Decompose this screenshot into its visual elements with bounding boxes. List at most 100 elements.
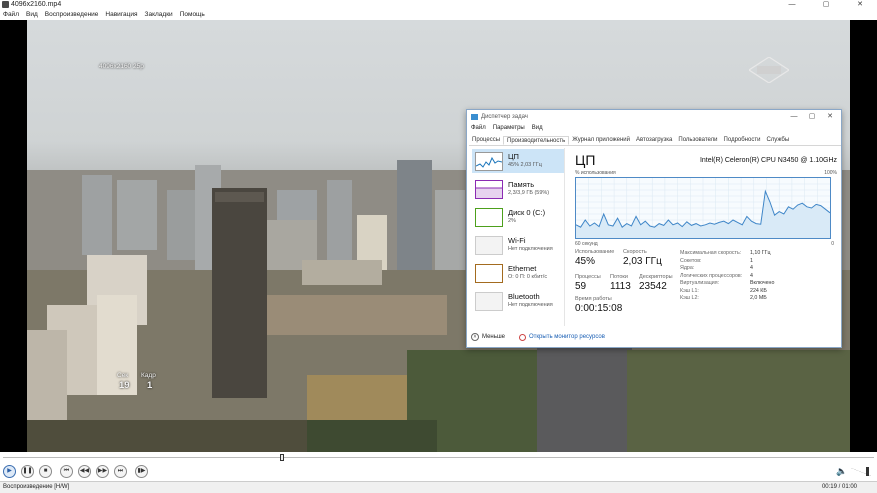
open-resource-monitor-link[interactable]: Открыть монитор ресурсов xyxy=(519,333,605,341)
volume-slider[interactable] xyxy=(851,467,871,476)
resource-memory[interactable]: Память 2,3/3,9 ГБ (59%) xyxy=(472,177,564,201)
osd-frame-value: 1 xyxy=(147,380,153,391)
player-app-icon xyxy=(2,1,9,8)
detail-value: 224 КБ xyxy=(750,287,767,294)
stat-speed: Скорость 2,03 ГГц xyxy=(623,249,662,267)
osd-seconds-value: 19 xyxy=(119,380,130,391)
play-button[interactable]: ▶ xyxy=(3,465,16,478)
tab-app-history[interactable]: Журнал приложений xyxy=(569,136,633,145)
tm-menu-file[interactable]: Файл xyxy=(471,125,486,131)
detail-key: Виртуализация: xyxy=(680,280,720,286)
menu-navigate[interactable]: Навигация xyxy=(105,10,137,20)
resource-disk[interactable]: Диск 0 (C:) 2% xyxy=(472,205,564,229)
detail-value: 4 xyxy=(750,272,753,279)
minimize-button[interactable]: — xyxy=(775,0,809,10)
resource-wifi[interactable]: Wi-Fi Нет подключения xyxy=(472,233,564,257)
tab-performance[interactable]: Производительность xyxy=(503,136,570,145)
resource-cpu[interactable]: ЦП 45% 2,03 ГГц xyxy=(472,149,564,173)
open-resource-monitor-label: Открыть монитор ресурсов xyxy=(529,334,605,340)
skip-back-icon: ⏮ xyxy=(63,468,70,474)
detail-value: 2,0 МБ xyxy=(750,295,767,301)
disk-thumbnail xyxy=(475,208,503,227)
resource-bluetooth[interactable]: Bluetooth Нет подключения xyxy=(472,289,564,313)
resource-disk-sub: 2% xyxy=(508,218,516,224)
tm-minimize-button[interactable]: — xyxy=(785,111,803,123)
rewind-button[interactable]: ◀◀ xyxy=(78,465,91,478)
resource-wifi-name: Wi-Fi xyxy=(508,236,526,245)
menu-playback[interactable]: Воспроизведение xyxy=(45,10,99,20)
close-button[interactable]: ✕ xyxy=(843,0,877,10)
detail-key: Максимальная скорость: xyxy=(680,250,742,256)
cpu-usage-graph xyxy=(575,177,831,239)
tm-tabs: Процессы Производительность Журнал прило… xyxy=(469,136,841,146)
tab-startup[interactable]: Автозагрузка xyxy=(633,136,675,145)
cpu-panel-title: ЦП xyxy=(575,152,596,168)
cpu-thumbnail xyxy=(475,152,503,171)
resource-bluetooth-name: Bluetooth xyxy=(508,292,540,301)
rewind-icon: ◀◀ xyxy=(79,468,90,474)
seek-track[interactable] xyxy=(3,457,874,458)
resource-cpu-sub: 45% 2,03 ГГц xyxy=(508,162,542,168)
frame-step-icon: ▮▶ xyxy=(137,468,146,474)
resource-ethernet-sub: О: 0 П: 0 кбит/с xyxy=(508,274,548,280)
stat-threads-label: Потоки xyxy=(610,274,628,280)
detail-row: Кэш L2: 2,0 МБ xyxy=(680,295,836,303)
tm-menu-view[interactable]: Вид xyxy=(532,125,543,131)
previous-button[interactable]: ⏮ xyxy=(60,465,73,478)
playback-controls: ▶ ❚❚ ■ ⏮ ◀◀ ▶▶ ⏭ ▮▶ 🔈 xyxy=(0,462,877,481)
menu-view[interactable]: Вид xyxy=(26,10,38,20)
tm-titlebar: Диспетчер задач — ▢ ✕ xyxy=(467,110,841,124)
detail-row: Максимальная скорость: 1,10 ГГц xyxy=(680,250,836,258)
tm-footer: ˄ Меньше Открыть монитор ресурсов xyxy=(471,333,605,341)
forward-button[interactable]: ▶▶ xyxy=(96,465,109,478)
menu-bookmarks[interactable]: Закладки xyxy=(145,10,173,20)
chevron-up-icon[interactable]: ˄ xyxy=(471,333,479,341)
stat-handles-label: Дескрипторы xyxy=(639,274,673,280)
stop-button[interactable]: ■ xyxy=(39,465,52,478)
next-button[interactable]: ⏭ xyxy=(114,465,127,478)
status-bar: Воспроизведение [H/W] 00:19 / 01:00 xyxy=(0,481,877,493)
speaker-icon[interactable]: 🔈 xyxy=(836,466,848,478)
tab-services[interactable]: Службы xyxy=(763,136,792,145)
resource-disk-name: Диск 0 (C:) xyxy=(508,208,546,217)
tm-close-button[interactable]: ✕ xyxy=(821,111,839,123)
frame-step-button[interactable]: ▮▶ xyxy=(135,465,148,478)
resource-bluetooth-sub: Нет подключения xyxy=(508,302,553,308)
stat-handles: Дескрипторы 23542 xyxy=(639,274,673,292)
watermark-logo xyxy=(749,57,789,83)
seek-handle[interactable] xyxy=(280,454,285,461)
stat-utilization: Использование 45% xyxy=(575,249,614,267)
task-manager-icon xyxy=(471,114,478,120)
pause-icon: ❚❚ xyxy=(22,468,33,474)
task-manager-window[interactable]: Диспетчер задач — ▢ ✕ Файл Параметры Вид… xyxy=(466,109,842,348)
osd-frame-label: Кадр xyxy=(141,372,156,379)
stat-processes: Процессы 59 xyxy=(575,274,601,292)
resource-memory-sub: 2,3/3,9 ГБ (59%) xyxy=(508,190,550,196)
resource-ethernet[interactable]: Ethernet О: 0 П: 0 кбит/с xyxy=(472,261,564,285)
tab-users[interactable]: Пользователи xyxy=(675,136,720,145)
graph-max-label: 100% xyxy=(824,170,837,176)
detail-value: 1 xyxy=(750,257,753,264)
stat-utilization-value: 45% xyxy=(575,256,596,267)
maximize-button[interactable]: ▢ xyxy=(809,0,843,10)
resource-monitor-icon xyxy=(519,333,526,341)
tab-processes[interactable]: Процессы xyxy=(469,136,503,145)
tab-details[interactable]: Подробности xyxy=(721,136,764,145)
graph-time-label: 60 секунд xyxy=(575,241,598,247)
cpu-model: Intel(R) Celeron(R) CPU N3450 @ 1.10GHz xyxy=(699,157,837,164)
tm-menubar: Файл Параметры Вид xyxy=(471,125,550,131)
stat-uptime: Время работы 0:00:15:08 xyxy=(575,296,622,314)
tm-menu-options[interactable]: Параметры xyxy=(493,125,525,131)
wifi-thumbnail xyxy=(475,236,503,255)
detail-value: 4 xyxy=(750,265,753,271)
stat-speed-value: 2,03 ГГц xyxy=(623,256,662,267)
resource-wifi-sub: Нет подключения xyxy=(508,246,553,252)
player-window-title: 4096x2160.mp4 xyxy=(11,1,62,8)
volume-handle[interactable] xyxy=(866,467,869,476)
tm-maximize-button[interactable]: ▢ xyxy=(803,111,821,123)
menu-file[interactable]: Файл xyxy=(3,10,19,20)
seek-bar[interactable] xyxy=(0,452,877,462)
menu-help[interactable]: Помощь xyxy=(180,10,205,20)
fewer-details-link[interactable]: Меньше xyxy=(482,334,505,340)
pause-button[interactable]: ❚❚ xyxy=(21,465,34,478)
